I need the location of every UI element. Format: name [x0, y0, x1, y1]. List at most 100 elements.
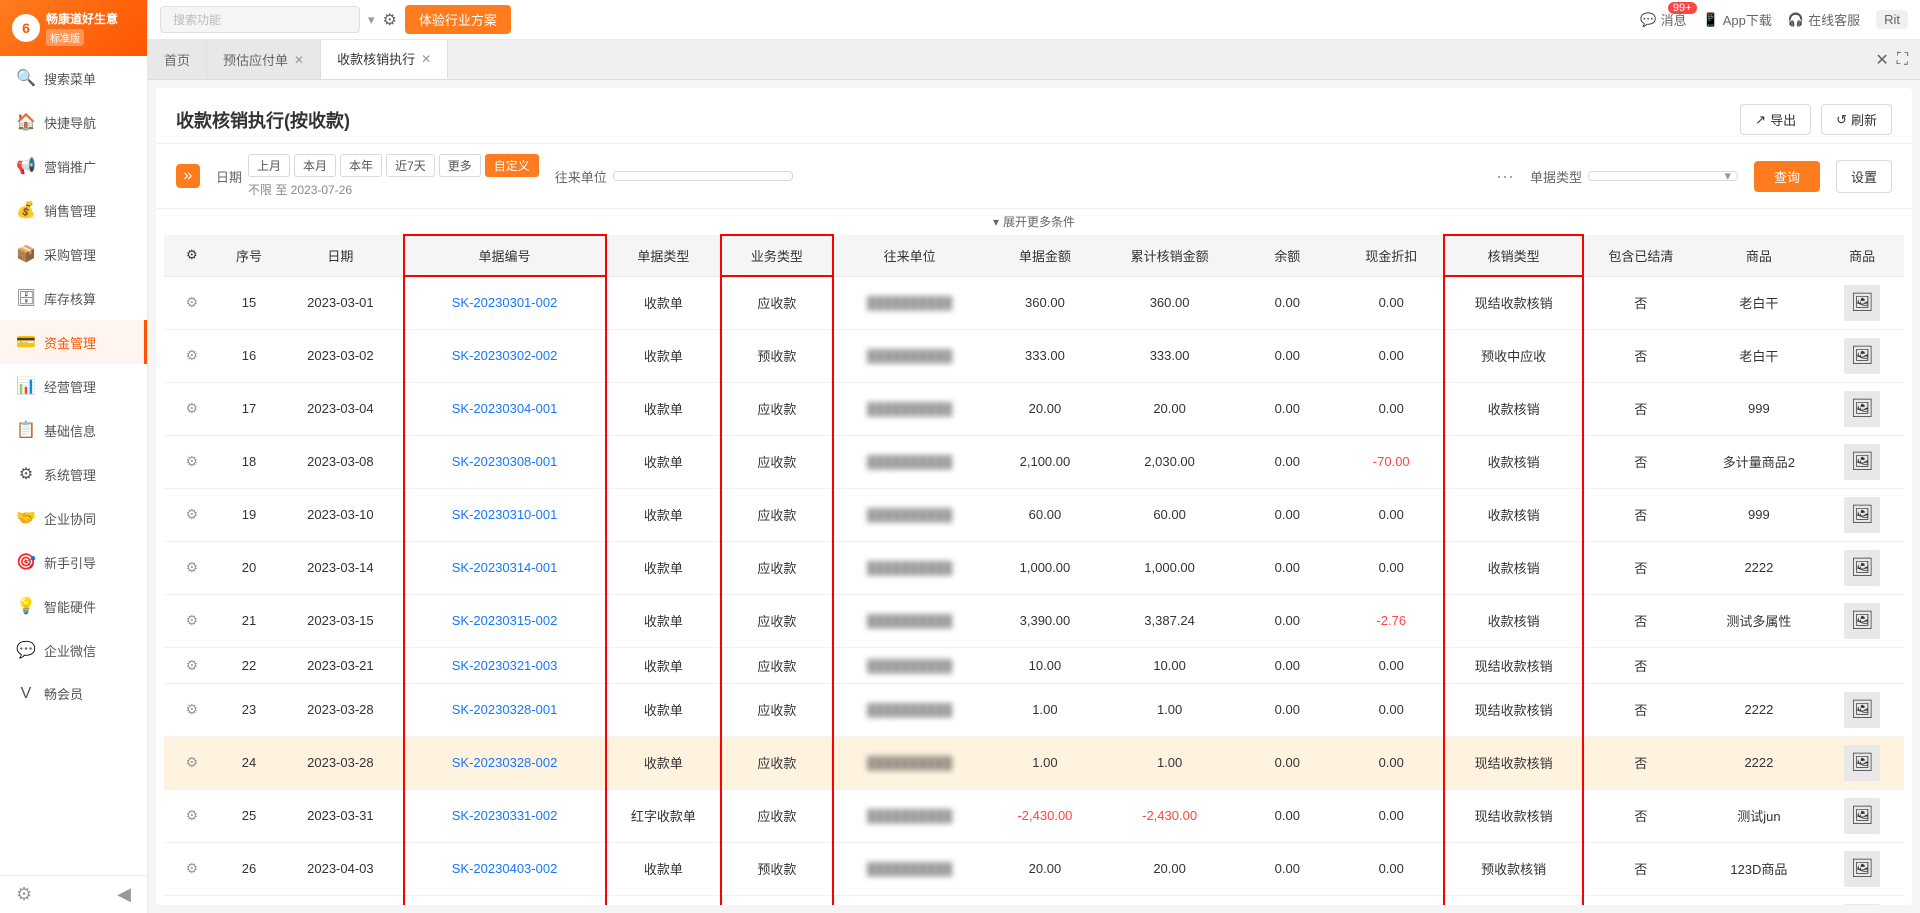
- row-gear-icon[interactable]: ⚙: [186, 506, 199, 522]
- refresh-button[interactable]: ↺ 刷新: [1821, 104, 1892, 135]
- sidebar-item-wechat[interactable]: 💬 企业微信: [0, 628, 147, 672]
- tab-prepay-label: 预估应付单: [223, 50, 288, 69]
- sidebar-item-base[interactable]: 📋 基础信息: [0, 408, 147, 452]
- sidebar-item-purchase[interactable]: 📦 采购管理: [0, 232, 147, 276]
- cell-include: 否: [1583, 789, 1697, 842]
- export-icon: ↗: [1755, 112, 1766, 128]
- sn-link[interactable]: SK-20230321-003: [452, 658, 558, 673]
- tab-receipt-exec-close[interactable]: ✕: [421, 52, 431, 66]
- cell-cumulative: 360.00: [1104, 276, 1235, 329]
- system-icon: ⚙: [16, 464, 36, 484]
- cell-gear[interactable]: ⚙: [164, 382, 220, 435]
- filter-btn-last-month[interactable]: 上月: [248, 154, 290, 177]
- cell-gear[interactable]: ⚙: [164, 789, 220, 842]
- setting-button[interactable]: 设置: [1836, 160, 1892, 193]
- row-gear-icon[interactable]: ⚙: [186, 559, 199, 575]
- sn-link[interactable]: SK-20230315-002: [452, 613, 558, 628]
- sn-link[interactable]: SK-20230304-001: [452, 401, 558, 416]
- cell-gear[interactable]: ⚙: [164, 329, 220, 382]
- topbar-user-info[interactable]: Rit: [1876, 10, 1908, 29]
- expand-conditions-button[interactable]: ▾ 展开更多条件: [993, 213, 1075, 230]
- filter-unit-input[interactable]: [613, 171, 793, 181]
- sn-link[interactable]: SK-20230308-001: [452, 454, 558, 469]
- export-button[interactable]: ↗ 导出: [1740, 104, 1811, 135]
- sidebar-item-system[interactable]: ⚙ 系统管理: [0, 452, 147, 496]
- cell-doc-type: 收款单: [606, 435, 722, 488]
- filter-btn-this-month[interactable]: 本月: [294, 154, 336, 177]
- col-header-gear[interactable]: ⚙: [164, 235, 220, 276]
- sidebar-item-sales[interactable]: 💰 销售管理: [0, 188, 147, 232]
- filter-btn-more[interactable]: 更多: [439, 154, 481, 177]
- sidebar-item-capital[interactable]: 💳 资金管理: [0, 320, 147, 364]
- topbar-app-download[interactable]: 📱 App下载: [1703, 10, 1772, 29]
- collapse-icon[interactable]: ◀: [117, 884, 131, 905]
- tab-fullscreen-icon[interactable]: ⛶: [1897, 51, 1908, 69]
- sidebar-item-guide[interactable]: 🎯 新手引导: [0, 540, 147, 584]
- topbar-url-bar[interactable]: 搜索功能: [160, 6, 360, 33]
- cell-gear[interactable]: ⚙: [164, 594, 220, 647]
- blurred-unit: ██████████: [867, 402, 952, 416]
- filter-toggle-button[interactable]: »: [176, 164, 200, 188]
- cell-gear[interactable]: ⚙: [164, 842, 220, 895]
- cell-gear[interactable]: ⚙: [164, 488, 220, 541]
- row-gear-icon[interactable]: ⚙: [186, 400, 199, 416]
- filter-more-dots[interactable]: ···: [1496, 166, 1514, 187]
- gear-icon[interactable]: ⚙: [186, 247, 198, 262]
- tab-prepay-close[interactable]: ✕: [294, 53, 304, 67]
- settings-icon[interactable]: ⚙: [16, 884, 32, 905]
- sidebar-item-inventory[interactable]: 🗄 库存核算: [0, 276, 147, 320]
- filter-btn-7days[interactable]: 近7天: [386, 154, 435, 177]
- cell-no: 25: [220, 789, 279, 842]
- sn-link[interactable]: SK-20230314-001: [452, 560, 558, 575]
- cell-gear[interactable]: ⚙: [164, 736, 220, 789]
- table-row: ⚙ 22 2023-03-21 SK-20230321-003 收款单 应收款 …: [164, 647, 1904, 683]
- sn-link[interactable]: SK-20230310-001: [452, 507, 558, 522]
- topbar-message[interactable]: 💬 消息 99+: [1640, 10, 1686, 29]
- sidebar-item-enterprise[interactable]: 🤝 企业协同: [0, 496, 147, 540]
- cell-gear[interactable]: ⚙: [164, 647, 220, 683]
- cell-gear[interactable]: ⚙: [164, 541, 220, 594]
- sidebar-item-member[interactable]: V 畅会员: [0, 672, 147, 715]
- cell-gear[interactable]: ⚙: [164, 276, 220, 329]
- sn-link[interactable]: SK-20230403-002: [452, 861, 558, 876]
- tab-home[interactable]: 首页: [148, 40, 207, 79]
- cell-cumulative: 20.00: [1104, 842, 1235, 895]
- cell-gear[interactable]: ⚙: [164, 683, 220, 736]
- sn-link[interactable]: SK-20230302-002: [452, 348, 558, 363]
- tab-prepay[interactable]: 预估应付单 ✕: [207, 40, 321, 79]
- row-gear-icon[interactable]: ⚙: [186, 347, 199, 363]
- topbar-online-service[interactable]: 🎧 在线客服: [1788, 10, 1860, 29]
- row-gear-icon[interactable]: ⚙: [186, 453, 199, 469]
- cell-gear[interactable]: ⚙: [164, 435, 220, 488]
- tab-receipt-exec[interactable]: 收款核销执行 ✕: [321, 40, 448, 79]
- topbar-solution-button[interactable]: 体验行业方案: [405, 5, 511, 34]
- cell-gear[interactable]: ⚙: [164, 895, 220, 905]
- tab-close-all-icon[interactable]: ✕: [1875, 50, 1888, 70]
- query-button[interactable]: 查询: [1754, 161, 1820, 192]
- sn-link[interactable]: SK-20230331-002: [452, 808, 558, 823]
- cell-date: 2023-04-03: [278, 842, 403, 895]
- topbar-dropdown-arrow[interactable]: ▾: [368, 12, 375, 28]
- sidebar-item-hardware[interactable]: 💡 智能硬件: [0, 584, 147, 628]
- sidebar-item-search[interactable]: 🔍 搜索菜单: [0, 56, 147, 100]
- sn-link[interactable]: SK-20230301-002: [452, 295, 558, 310]
- sn-link[interactable]: SK-20230328-002: [452, 755, 558, 770]
- sidebar-item-operation[interactable]: 📊 经营管理: [0, 364, 147, 408]
- row-gear-icon[interactable]: ⚙: [186, 612, 199, 628]
- row-gear-icon[interactable]: ⚙: [186, 701, 199, 717]
- filter-btn-custom[interactable]: 自定义: [485, 154, 539, 177]
- row-gear-icon[interactable]: ⚙: [186, 294, 199, 310]
- sn-link[interactable]: SK-20230328-001: [452, 702, 558, 717]
- topbar-gear-icon[interactable]: ⚙: [383, 10, 397, 30]
- filter-type-select[interactable]: ▾: [1588, 171, 1738, 181]
- sidebar-item-quick-nav[interactable]: 🏠 快捷导航: [0, 100, 147, 144]
- cell-doc-type: 收款单: [606, 683, 722, 736]
- sidebar-item-marketing[interactable]: 📢 营销推广: [0, 144, 147, 188]
- row-gear-icon[interactable]: ⚙: [186, 807, 199, 823]
- wechat-icon: 💬: [16, 640, 36, 660]
- filter-btn-this-year[interactable]: 本年: [340, 154, 382, 177]
- cell-goods: [1697, 647, 1820, 683]
- row-gear-icon[interactable]: ⚙: [186, 754, 199, 770]
- row-gear-icon[interactable]: ⚙: [186, 860, 199, 876]
- row-gear-icon[interactable]: ⚙: [186, 657, 199, 673]
